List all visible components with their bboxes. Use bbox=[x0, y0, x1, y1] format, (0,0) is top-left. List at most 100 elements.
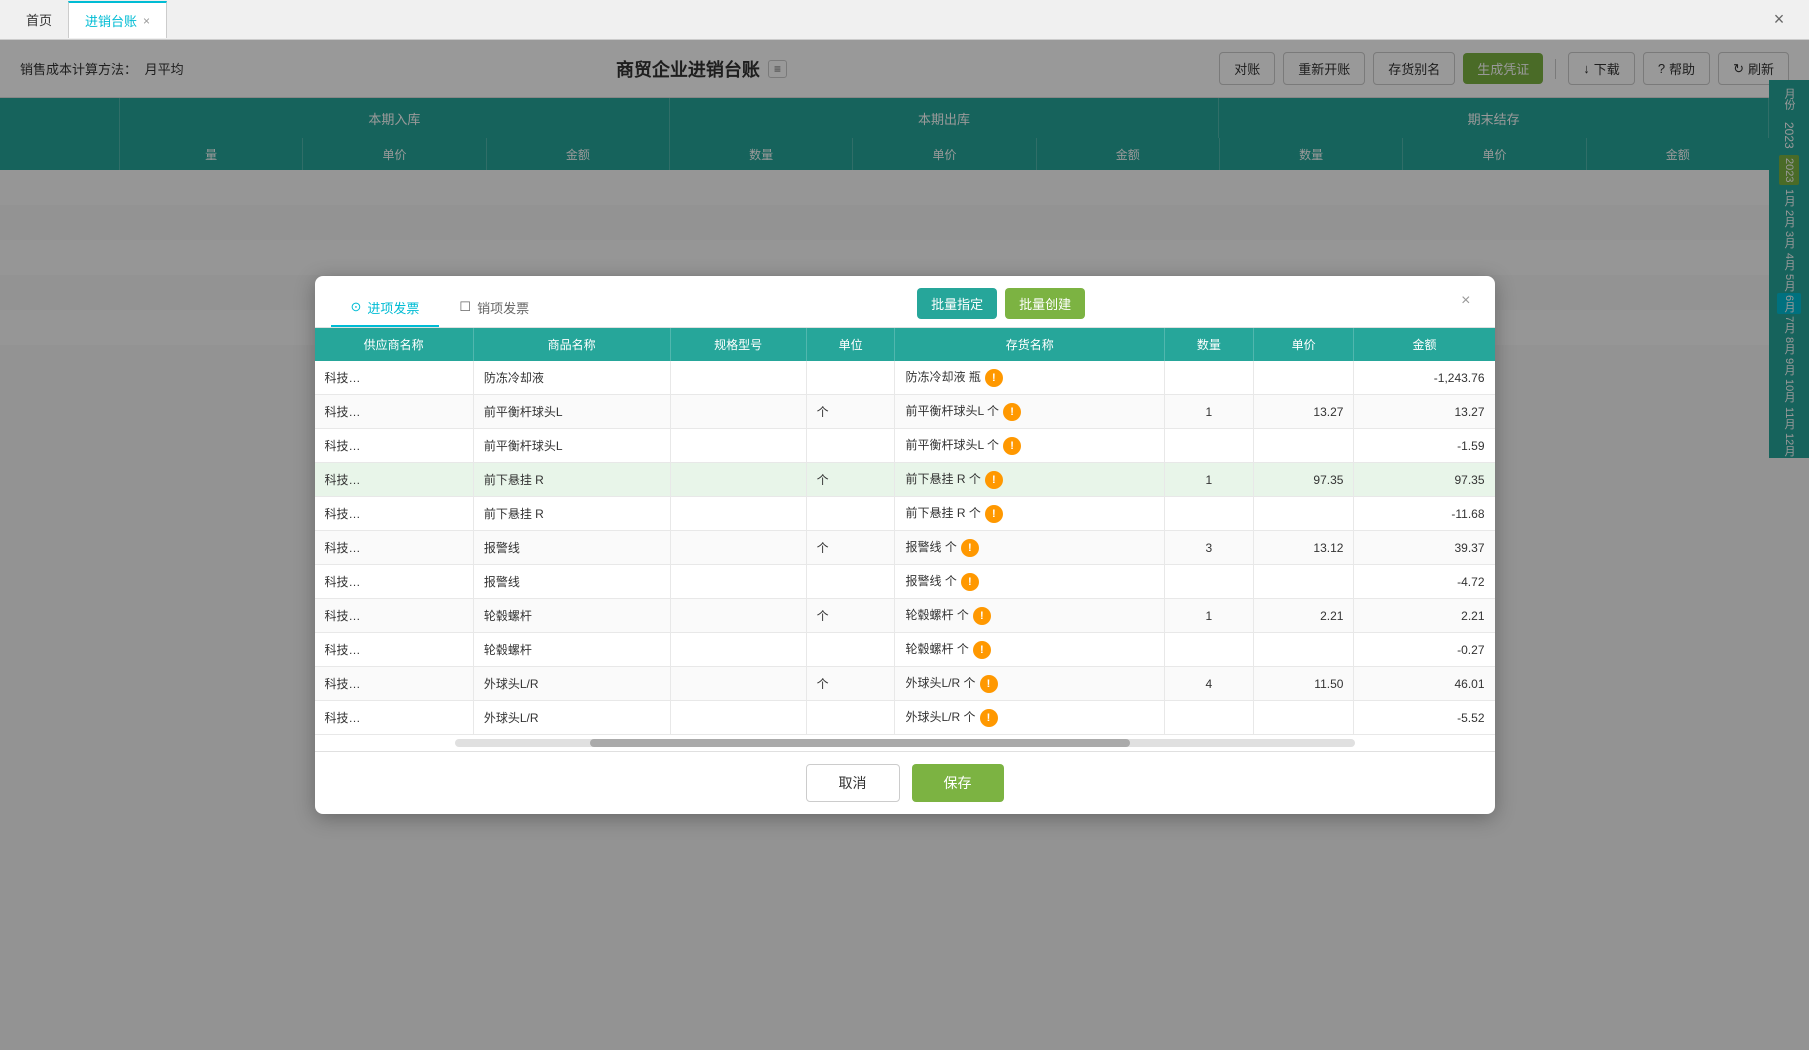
btn-save[interactable]: 保存 bbox=[912, 764, 1004, 802]
table-row: 科技…轮毂螺杆个轮毂螺杆 个!12.212.21 bbox=[315, 599, 1495, 633]
table-cell: 前平衡杆球头L bbox=[473, 429, 670, 463]
table-cell bbox=[670, 667, 806, 701]
sales-icon: ☐ bbox=[459, 299, 471, 315]
table-cell bbox=[670, 565, 806, 599]
dialog-footer: 取消 保存 bbox=[315, 751, 1495, 814]
table-cell: 13.27 bbox=[1354, 395, 1495, 429]
col-unit: 单位 bbox=[806, 328, 895, 361]
warning-icon: ! bbox=[961, 539, 979, 557]
invoice-table: 供应商名称 商品名称 规格型号 单位 存货名称 数量 单价 金额 科技…防冻冷却… bbox=[315, 328, 1495, 735]
table-cell: 报警线 bbox=[473, 531, 670, 565]
tab-sales-invoice[interactable]: ☐ 销项发票 bbox=[439, 290, 549, 327]
table-cell: 科技… bbox=[315, 497, 474, 531]
col-supplier: 供应商名称 bbox=[315, 328, 474, 361]
table-cell: 科技… bbox=[315, 667, 474, 701]
table-cell bbox=[670, 497, 806, 531]
table-cell bbox=[670, 429, 806, 463]
table-cell: 外球头L/R bbox=[473, 701, 670, 735]
table-cell: 13.27 bbox=[1253, 395, 1354, 429]
tab-home[interactable]: 首页 bbox=[10, 2, 68, 37]
table-cell: -1,243.76 bbox=[1354, 361, 1495, 395]
btn-cancel[interactable]: 取消 bbox=[806, 764, 900, 802]
table-row: 科技…前下悬挂 R前下悬挂 R 个!-11.68 bbox=[315, 497, 1495, 531]
table-cell: 外球头L/R 个! bbox=[895, 667, 1164, 701]
table-cell: -11.68 bbox=[1354, 497, 1495, 531]
table-row: 科技…防冻冷却液防冻冷却液 瓶!-1,243.76 bbox=[315, 361, 1495, 395]
window-close-button[interactable]: × bbox=[1759, 0, 1799, 40]
warning-icon: ! bbox=[973, 641, 991, 659]
table-cell: 科技… bbox=[315, 429, 474, 463]
table-cell: 科技… bbox=[315, 463, 474, 497]
table-cell: 3 bbox=[1164, 531, 1253, 565]
table-cell: 科技… bbox=[315, 361, 474, 395]
table-cell: 4 bbox=[1164, 667, 1253, 701]
table-cell: 2.21 bbox=[1354, 599, 1495, 633]
table-cell: 个 bbox=[806, 667, 895, 701]
col-amount: 金额 bbox=[1354, 328, 1495, 361]
tab-ledger-close[interactable]: × bbox=[143, 14, 150, 28]
table-cell: -5.52 bbox=[1354, 701, 1495, 735]
table-cell: 前下悬挂 R 个! bbox=[895, 497, 1164, 531]
warning-icon: ! bbox=[973, 607, 991, 625]
table-cell bbox=[1253, 497, 1354, 531]
btn-batch-assign[interactable]: 批量指定 bbox=[917, 288, 997, 319]
table-cell: 外球头L/R 个! bbox=[895, 701, 1164, 735]
table-cell bbox=[670, 701, 806, 735]
dialog-close-button[interactable]: × bbox=[1453, 288, 1478, 314]
table-cell: 97.35 bbox=[1253, 463, 1354, 497]
dialog-header: ⊙ 进项发票 ☐ 销项发票 批量指定 批量创建 × bbox=[315, 276, 1495, 328]
table-cell: 报警线 个! bbox=[895, 531, 1164, 565]
income-icon: ⊙ bbox=[351, 299, 362, 315]
table-cell bbox=[1253, 701, 1354, 735]
warning-icon: ! bbox=[985, 369, 1003, 387]
table-cell bbox=[1164, 429, 1253, 463]
table-cell bbox=[1164, 361, 1253, 395]
warning-icon: ! bbox=[980, 709, 998, 727]
table-cell bbox=[806, 429, 895, 463]
table-cell: 科技… bbox=[315, 395, 474, 429]
scrollbar-area[interactable] bbox=[315, 735, 1495, 751]
dialog: ⊙ 进项发票 ☐ 销项发票 批量指定 批量创建 × 供应 bbox=[315, 276, 1495, 814]
table-cell: 1 bbox=[1164, 463, 1253, 497]
tab-ledger[interactable]: 进销台账 × bbox=[68, 1, 167, 38]
table-row: 科技…外球头L/R个外球头L/R 个!411.5046.01 bbox=[315, 667, 1495, 701]
table-cell: 前下悬挂 R 个! bbox=[895, 463, 1164, 497]
tab-income-invoice[interactable]: ⊙ 进项发票 bbox=[331, 290, 440, 327]
table-cell bbox=[670, 361, 806, 395]
table-cell: 13.12 bbox=[1253, 531, 1354, 565]
table-cell bbox=[1253, 565, 1354, 599]
table-cell: 防冻冷却液 bbox=[473, 361, 670, 395]
col-quantity: 数量 bbox=[1164, 328, 1253, 361]
table-cell bbox=[670, 395, 806, 429]
table-cell: 轮毂螺杆 bbox=[473, 599, 670, 633]
table-cell: -0.27 bbox=[1354, 633, 1495, 667]
main-page: 销售成本计算方法： 月平均 商贸企业进销台账 ≡ 对账 重新开账 存货别名 生成… bbox=[0, 40, 1809, 1050]
table-cell bbox=[670, 599, 806, 633]
table-cell bbox=[670, 463, 806, 497]
tab-bar: 首页 进销台账 × × bbox=[0, 0, 1809, 40]
btn-batch-create[interactable]: 批量创建 bbox=[1005, 288, 1085, 319]
col-inventory: 存货名称 bbox=[895, 328, 1164, 361]
modal-overlay: ⊙ 进项发票 ☐ 销项发票 批量指定 批量创建 × 供应 bbox=[0, 40, 1809, 1050]
table-cell bbox=[806, 361, 895, 395]
table-header-row: 供应商名称 商品名称 规格型号 单位 存货名称 数量 单价 金额 bbox=[315, 328, 1495, 361]
table-cell: 1 bbox=[1164, 599, 1253, 633]
table-cell: 1 bbox=[1164, 395, 1253, 429]
table-cell: 轮毂螺杆 个! bbox=[895, 599, 1164, 633]
warning-icon: ! bbox=[985, 505, 1003, 523]
table-cell bbox=[806, 497, 895, 531]
table-cell bbox=[806, 701, 895, 735]
table-cell: 前平衡杆球头L 个! bbox=[895, 429, 1164, 463]
table-cell: 个 bbox=[806, 531, 895, 565]
table-cell: 个 bbox=[806, 395, 895, 429]
table-cell: -1.59 bbox=[1354, 429, 1495, 463]
table-row: 科技…报警线报警线 个!-4.72 bbox=[315, 565, 1495, 599]
table-cell: 轮毂螺杆 个! bbox=[895, 633, 1164, 667]
table-cell bbox=[1164, 565, 1253, 599]
table-body: 科技…防冻冷却液防冻冷却液 瓶!-1,243.76科技…前平衡杆球头L个前平衡杆… bbox=[315, 361, 1495, 735]
table-cell: 个 bbox=[806, 599, 895, 633]
table-cell: 39.37 bbox=[1354, 531, 1495, 565]
table-cell: 前下悬挂 R bbox=[473, 463, 670, 497]
table-cell: 前平衡杆球头L 个! bbox=[895, 395, 1164, 429]
table-cell bbox=[1164, 633, 1253, 667]
